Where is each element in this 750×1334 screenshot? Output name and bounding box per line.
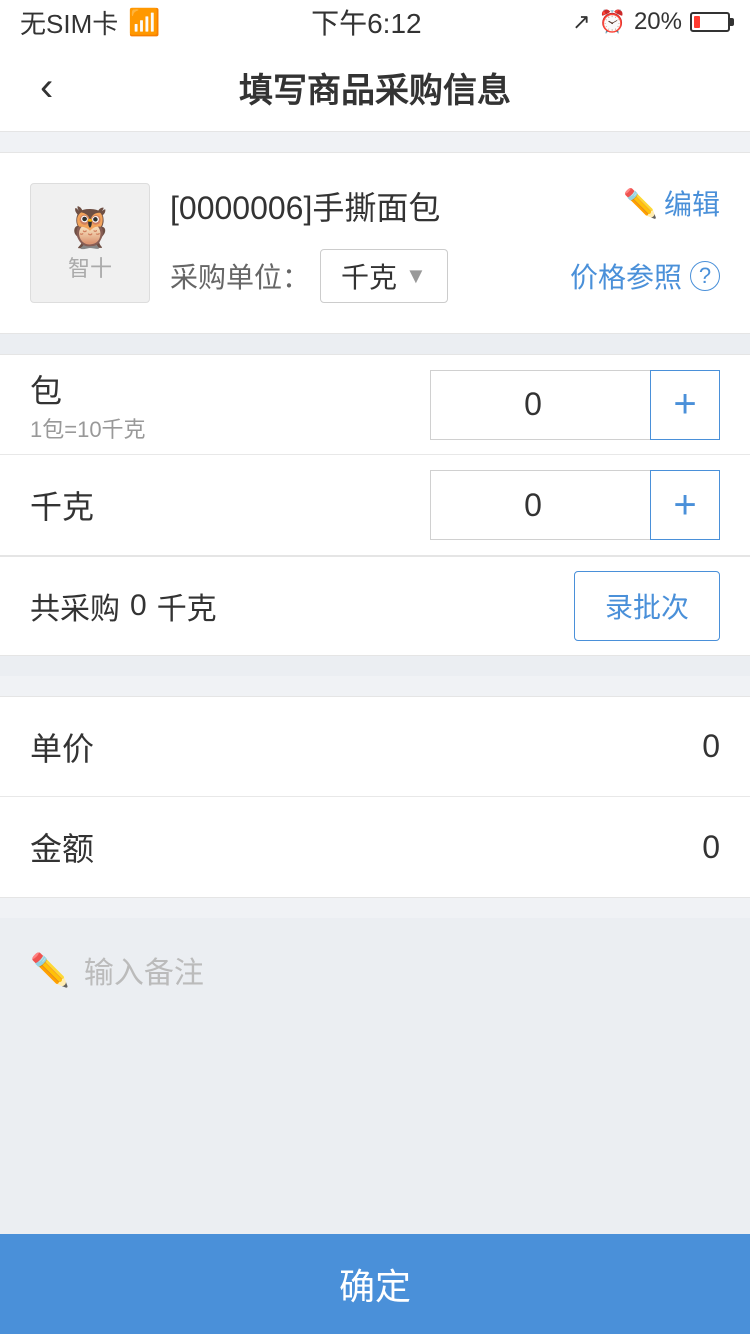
- price-row-amount: 金额 0: [0, 797, 750, 897]
- price-ref-button[interactable]: 价格参照 ?: [570, 256, 720, 296]
- amount-value: 0: [702, 829, 720, 866]
- total-label-group: 共采购 0 千克: [30, 584, 217, 628]
- status-right: ↗ ⏰ 20%: [572, 8, 730, 36]
- kg-label: 千克: [30, 482, 150, 528]
- status-time: 下午6:12: [311, 2, 422, 42]
- status-left: 无SIM卡 📶: [20, 4, 161, 41]
- price-row-unit: 单价 0: [0, 697, 750, 797]
- pencil-icon: ✏️: [30, 951, 70, 989]
- bao-label-main: 包: [30, 366, 150, 412]
- bao-sublabel: 1包=10千克: [30, 412, 150, 444]
- total-value: 0: [130, 589, 147, 623]
- unit-price-value: 0: [702, 728, 720, 765]
- kg-label-main: 千克: [30, 482, 150, 528]
- page-title: 填写商品采购信息: [239, 63, 511, 112]
- alarm-icon: ⏰: [599, 9, 626, 35]
- section-divider-1: [0, 334, 750, 354]
- unit-price-label: 单价: [30, 724, 94, 770]
- total-unit: 千克: [157, 584, 217, 628]
- back-button[interactable]: ‹: [30, 55, 63, 120]
- unit-label: 采购单位：: [170, 256, 310, 296]
- total-row: 共采购 0 千克 录批次: [0, 556, 750, 656]
- product-image: 🦉 智十: [30, 183, 150, 303]
- product-unit-row: 采购单位： 千克 ▼ 价格参照 ?: [170, 249, 720, 303]
- battery-label: 20%: [634, 8, 682, 36]
- total-label: 共采购: [30, 584, 120, 628]
- section-divider-2: [0, 656, 750, 676]
- price-ref-label: 价格参照: [570, 256, 682, 296]
- product-info: [0000006]手撕面包 ✏️ 编辑 采购单位： 千克 ▼ 价格参照 ?: [170, 183, 720, 303]
- wifi-icon: 📶: [128, 7, 160, 38]
- kg-input[interactable]: [430, 470, 650, 540]
- kg-field: +: [150, 470, 720, 540]
- price-section: 单价 0 金额 0: [0, 696, 750, 898]
- unit-select[interactable]: 千克 ▼: [320, 249, 448, 303]
- input-section: 包 1包=10千克 + 千克 +: [0, 354, 750, 556]
- input-row-kg: 千克 +: [0, 455, 750, 555]
- product-image-label: 智十: [68, 251, 112, 283]
- bao-label: 包 1包=10千克: [30, 366, 150, 444]
- confirm-button[interactable]: 确定: [0, 1234, 750, 1334]
- remark-placeholder: 输入备注: [84, 948, 204, 992]
- help-icon: ?: [690, 261, 720, 291]
- edit-label: 编辑: [664, 183, 720, 223]
- location-icon: ↗: [572, 9, 590, 35]
- bao-input[interactable]: [430, 370, 650, 440]
- status-bar: 无SIM卡 📶 下午6:12 ↗ ⏰ 20%: [0, 0, 750, 44]
- amount-label: 金额: [30, 824, 94, 870]
- remark-section[interactable]: ✏️ 输入备注: [0, 918, 750, 1022]
- edit-icon: ✏️: [623, 187, 658, 220]
- product-image-owl: 🦉: [65, 204, 115, 251]
- product-title: [0000006]手撕面包: [170, 183, 440, 229]
- product-title-row: [0000006]手撕面包 ✏️ 编辑: [170, 183, 720, 229]
- bao-plus-button[interactable]: +: [650, 370, 720, 440]
- carrier-label: 无SIM卡: [20, 4, 118, 41]
- nav-bar: ‹ 填写商品采购信息: [0, 44, 750, 132]
- batch-button[interactable]: 录批次: [574, 571, 720, 641]
- edit-button[interactable]: ✏️ 编辑: [623, 183, 720, 223]
- product-card: 🦉 智十 [0000006]手撕面包 ✏️ 编辑 采购单位： 千克 ▼ 价格参照…: [0, 152, 750, 334]
- bao-field: +: [150, 370, 720, 440]
- kg-plus-button[interactable]: +: [650, 470, 720, 540]
- unit-value: 千克: [341, 256, 397, 296]
- chevron-down-icon: ▼: [405, 263, 427, 289]
- battery-icon: [690, 12, 730, 32]
- input-row-bao: 包 1包=10千克 +: [0, 355, 750, 455]
